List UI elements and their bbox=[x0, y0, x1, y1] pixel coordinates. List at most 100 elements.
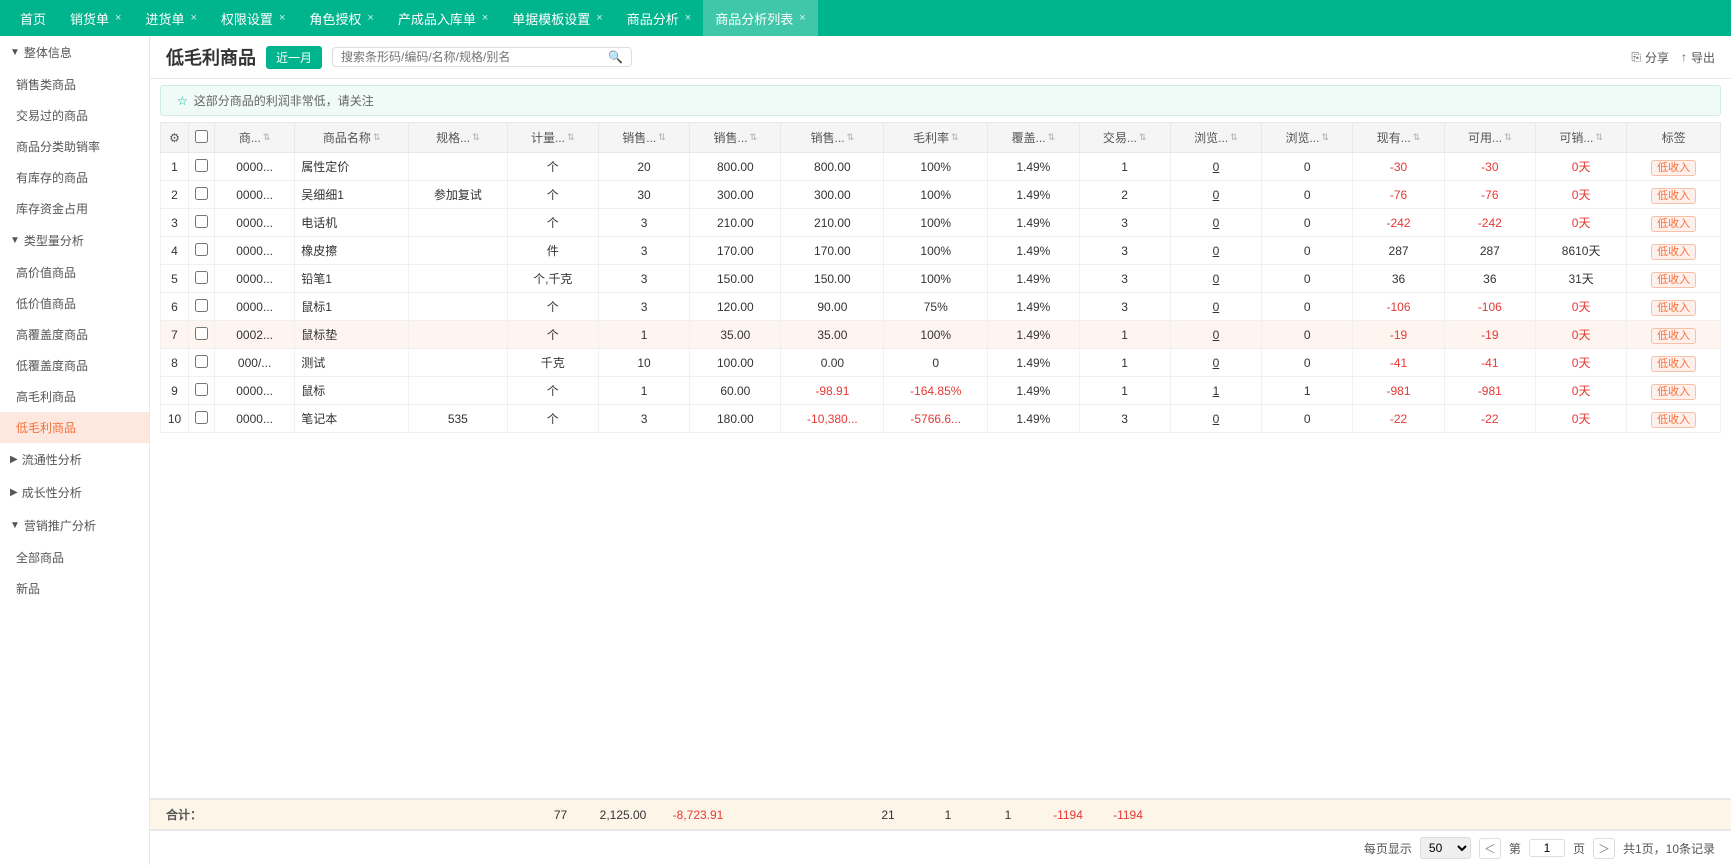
sidebar-item-交易过的商品[interactable]: 交易过的商品 bbox=[0, 100, 149, 131]
export-button[interactable]: ↑ 导出 bbox=[1681, 49, 1715, 66]
filter-button[interactable]: 近一月 bbox=[266, 46, 322, 69]
sidebar-item-高覆盖度商品[interactable]: 高覆盖度商品 bbox=[0, 319, 149, 350]
select-all-checkbox[interactable] bbox=[195, 130, 208, 143]
col-stock[interactable]: 现有...⇅ bbox=[1353, 123, 1444, 153]
row-checkbox[interactable] bbox=[189, 265, 215, 293]
row-browse1[interactable]: 0 bbox=[1170, 293, 1261, 321]
nav-item-进货单[interactable]: 进货单× bbox=[133, 0, 208, 36]
row-spec: 535 bbox=[409, 405, 507, 433]
close-tab-icon[interactable]: × bbox=[279, 12, 285, 24]
prev-page-button[interactable]: ＜ bbox=[1479, 838, 1501, 859]
nav-item-产成品入库单[interactable]: 产成品入库单× bbox=[386, 0, 500, 36]
nav-item-单据模板设置[interactable]: 单据模板设置× bbox=[500, 0, 614, 36]
close-tab-icon[interactable]: × bbox=[367, 12, 373, 24]
col-browse2[interactable]: 浏览...⇅ bbox=[1262, 123, 1353, 153]
row-checkbox[interactable] bbox=[189, 405, 215, 433]
col-unit[interactable]: 计量...⇅ bbox=[507, 123, 598, 153]
col-coverage-label: 覆盖... bbox=[1012, 129, 1046, 146]
row-browse1[interactable]: 0 bbox=[1170, 349, 1261, 377]
row-checkbox[interactable] bbox=[189, 321, 215, 349]
sidebar-section-成长性分析[interactable]: ▶成长性分析 bbox=[0, 476, 149, 509]
close-tab-icon[interactable]: × bbox=[685, 12, 691, 24]
col-available[interactable]: 可用...⇅ bbox=[1444, 123, 1535, 153]
col-code[interactable]: 商...⇅ bbox=[215, 123, 295, 153]
row-gross-rate: 100% bbox=[884, 181, 988, 209]
col-browse1[interactable]: 浏览...⇅ bbox=[1170, 123, 1261, 153]
row-browse1[interactable]: 0 bbox=[1170, 237, 1261, 265]
close-tab-icon[interactable]: × bbox=[482, 12, 488, 24]
col-gross-rate[interactable]: 毛利率⇅ bbox=[884, 123, 988, 153]
row-sales-amount: 170.00 bbox=[690, 237, 781, 265]
sidebar-section-类型量分析[interactable]: ▼类型量分析 bbox=[0, 224, 149, 257]
sidebar-section-营销推广分析[interactable]: ▼营销推广分析 bbox=[0, 509, 149, 542]
close-tab-icon[interactable]: × bbox=[799, 12, 805, 24]
col-spec-label: 规格... bbox=[436, 129, 470, 146]
search-icon[interactable]: 🔍 bbox=[608, 50, 623, 64]
sidebar-item-高毛利商品[interactable]: 高毛利商品 bbox=[0, 381, 149, 412]
table-area[interactable]: ⚙ 商...⇅ 商品名称⇅ 规格...⇅ bbox=[150, 122, 1731, 798]
row-checkbox[interactable] bbox=[189, 237, 215, 265]
row-browse1[interactable]: 0 bbox=[1170, 321, 1261, 349]
sidebar-item-高价值商品[interactable]: 高价值商品 bbox=[0, 257, 149, 288]
sidebar-item-销售类商品[interactable]: 销售类商品 bbox=[0, 69, 149, 100]
per-page-select[interactable]: 50 100 200 bbox=[1420, 837, 1471, 859]
row-browse1[interactable]: 0 bbox=[1170, 405, 1261, 433]
col-sellable[interactable]: 可销...⇅ bbox=[1535, 123, 1626, 153]
sidebar-item-库存资金占用[interactable]: 库存资金占用 bbox=[0, 193, 149, 224]
col-sales-amount[interactable]: 销售...⇅ bbox=[690, 123, 781, 153]
nav-item-权限设置[interactable]: 权限设置× bbox=[209, 0, 297, 36]
row-browse1[interactable]: 0 bbox=[1170, 209, 1261, 237]
col-coverage[interactable]: 覆盖...⇅ bbox=[988, 123, 1079, 153]
row-spec bbox=[409, 153, 507, 181]
sidebar-item-新品[interactable]: 新品 bbox=[0, 573, 149, 604]
nav-item-销货单[interactable]: 销货单× bbox=[58, 0, 133, 36]
col-checkbox-all[interactable] bbox=[189, 123, 215, 153]
nav-item-商品分析列表[interactable]: 商品分析列表× bbox=[703, 0, 817, 36]
next-page-button[interactable]: ＞ bbox=[1593, 838, 1615, 859]
sidebar-item-低价值商品[interactable]: 低价值商品 bbox=[0, 288, 149, 319]
row-checkbox[interactable] bbox=[189, 293, 215, 321]
row-checkbox[interactable] bbox=[189, 349, 215, 377]
row-spec: 参加复试 bbox=[409, 181, 507, 209]
row-checkbox[interactable] bbox=[189, 209, 215, 237]
row-checkbox[interactable] bbox=[189, 181, 215, 209]
search-input[interactable] bbox=[341, 50, 608, 64]
nav-item-首页[interactable]: 首页 bbox=[8, 0, 58, 36]
search-box[interactable]: 🔍 bbox=[332, 47, 632, 67]
col-sales-qty[interactable]: 销售...⇅ bbox=[598, 123, 689, 153]
sidebar-item-商品分类助销率[interactable]: 商品分类助销率 bbox=[0, 131, 149, 162]
close-tab-icon[interactable]: × bbox=[115, 12, 121, 24]
total-cell bbox=[333, 808, 423, 822]
row-checkbox[interactable] bbox=[189, 153, 215, 181]
row-browse1[interactable]: 0 bbox=[1170, 153, 1261, 181]
nav-item-商品分析[interactable]: 商品分析× bbox=[615, 0, 703, 36]
col-sales-profit[interactable]: 销售...⇅ bbox=[781, 123, 884, 153]
row-trade: 3 bbox=[1079, 265, 1170, 293]
total-cell bbox=[738, 808, 798, 822]
col-spec[interactable]: 规格...⇅ bbox=[409, 123, 507, 153]
row-browse1[interactable]: 1 bbox=[1170, 377, 1261, 405]
sidebar-section-流通性分析[interactable]: ▶流通性分析 bbox=[0, 443, 149, 476]
nav-item-角色授权[interactable]: 角色授权× bbox=[297, 0, 385, 36]
col-settings[interactable]: ⚙ bbox=[161, 123, 189, 153]
sidebar-section-整体信息[interactable]: ▼整体信息 bbox=[0, 36, 149, 69]
sidebar-item-低覆盖度商品[interactable]: 低覆盖度商品 bbox=[0, 350, 149, 381]
col-trade[interactable]: 交易...⇅ bbox=[1079, 123, 1170, 153]
close-tab-icon[interactable]: × bbox=[596, 12, 602, 24]
col-available-label: 可用... bbox=[1468, 129, 1502, 146]
row-no: 10 bbox=[161, 405, 189, 433]
row-browse1[interactable]: 0 bbox=[1170, 181, 1261, 209]
sidebar-item-低毛利商品[interactable]: 低毛利商品 bbox=[0, 412, 149, 443]
sidebar-item-有库存的商品[interactable]: 有库存的商品 bbox=[0, 162, 149, 193]
sidebar-item-全部商品[interactable]: 全部商品 bbox=[0, 542, 149, 573]
close-tab-icon[interactable]: × bbox=[190, 12, 196, 24]
col-tag[interactable]: 标签 bbox=[1627, 123, 1721, 153]
share-button[interactable]: ⎘ 分享 bbox=[1631, 49, 1669, 66]
col-name[interactable]: 商品名称⇅ bbox=[295, 123, 409, 153]
row-browse1[interactable]: 0 bbox=[1170, 265, 1261, 293]
page-number-input[interactable] bbox=[1529, 839, 1565, 857]
row-checkbox[interactable] bbox=[189, 377, 215, 405]
table-row: 4 0000... 橡皮擦 件 3 170.00 170.00 100% 1.4… bbox=[161, 237, 1721, 265]
row-stock: -106 bbox=[1353, 293, 1444, 321]
row-gross-rate: 100% bbox=[884, 265, 988, 293]
